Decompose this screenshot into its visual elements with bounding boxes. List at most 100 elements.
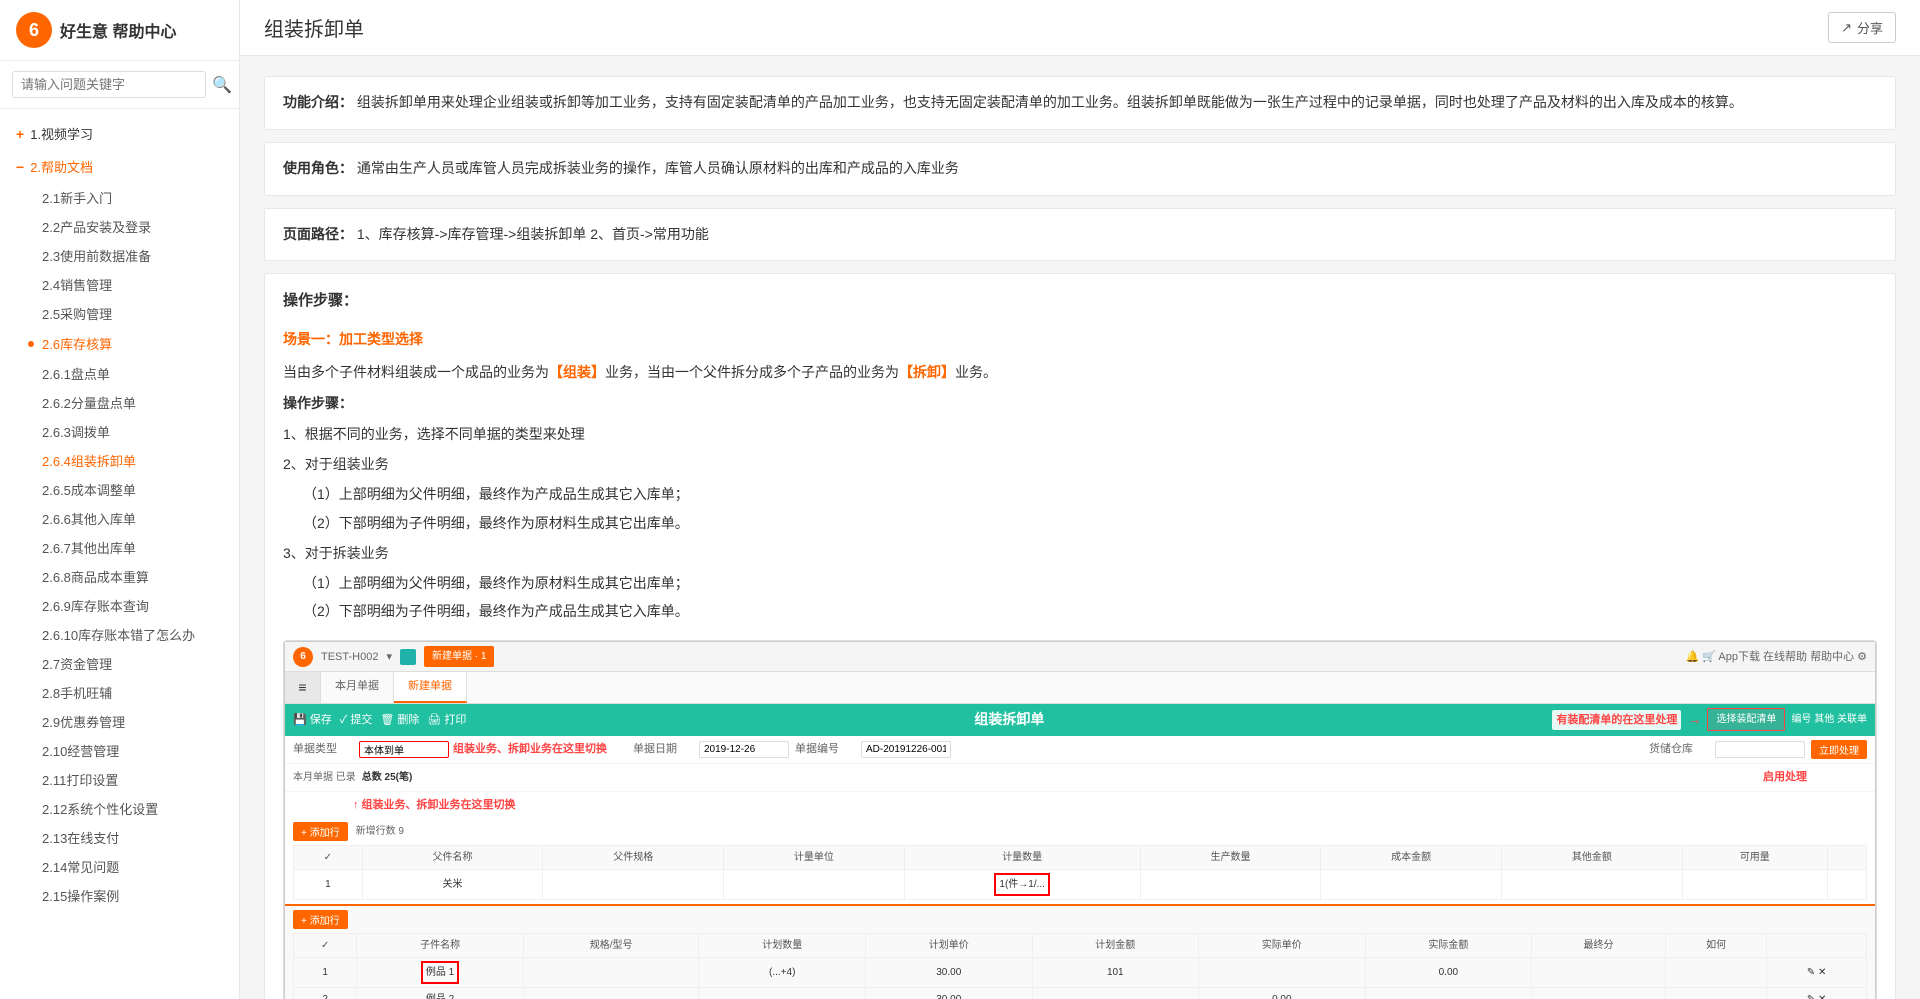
search-input[interactable] [12, 71, 206, 98]
table-row: 1 例品 1 (...+4) 30.00 101 0.00 [294, 958, 1867, 988]
sidebar-item-sales[interactable]: 2.4销售管理 [0, 270, 239, 299]
submit-action[interactable]: ✓ 提交 [340, 711, 373, 730]
form-date-input[interactable] [699, 741, 789, 758]
lcell-check1[interactable]: 1 [294, 958, 357, 988]
sidebar-item-customize[interactable]: 2.12系统个性化设置 [0, 794, 239, 823]
page-title: 组装拆卸单 [264, 13, 364, 42]
sidebar-item-other-out[interactable]: 2.6.7其他出库单 [0, 533, 239, 562]
sidebar-item-other-in[interactable]: 2.6.6其他入库单 [0, 504, 239, 533]
search-button[interactable]: 🔍 [212, 75, 232, 95]
lcell-check2[interactable]: 2 [294, 988, 357, 999]
sidebar-item-newbie[interactable]: 2.1新手入门 [0, 183, 239, 212]
steps-label: 操作步骤： [283, 391, 1877, 416]
logo-text: 好生意 帮助中心 [60, 18, 176, 42]
lower-add-row-btn[interactable]: + 添加行 [293, 910, 348, 929]
lcol-plan-price: 计划单价 [865, 934, 1032, 958]
print-action[interactable]: 🖨 打印 [427, 711, 466, 730]
form-type-input[interactable] [359, 741, 449, 758]
form-count-value: 总数 25(笔) [362, 769, 413, 786]
lower-table-header: ✓ 子件名称 规格/型号 计划数量 计划单价 计划金额 实际单价 实际金额 最终… [294, 934, 1867, 958]
col-parent-spec: 父件规格 [543, 846, 724, 870]
annotation1-arrow: → [1687, 708, 1701, 732]
step3: 3、对于拆装业务 [283, 541, 1877, 566]
form-ok-btn[interactable]: 立即处理 [1811, 740, 1867, 759]
form-no-input[interactable] [861, 741, 951, 758]
sidebar-item-finance[interactable]: 2.7资金管理 [0, 649, 239, 678]
child-name-highlighted[interactable]: 例品 1 [421, 961, 459, 984]
lower-table-area: + 添加行 ✓ 子件名称 规格/型号 计划数量 计划单价 计划金额 [285, 904, 1875, 999]
intro-label: 功能介绍： [283, 94, 353, 110]
sidebar-item-stock-error[interactable]: 2.6.10库存账本错了怎么办 [0, 620, 239, 649]
sidebar-item-online-pay[interactable]: 2.13在线支付 [0, 823, 239, 852]
sidebar-item-partial-stocktake[interactable]: 2.6.2分量盘点单 [0, 388, 239, 417]
lower-add-row-area: + 添加行 [293, 910, 1867, 929]
share-label: 分享 [1857, 18, 1883, 37]
table-row: 2 例品 2 30.00 0.00 [294, 988, 1867, 999]
sidebar-item-cost-adjust[interactable]: 2.6.5成本调整单 [0, 475, 239, 504]
form-no-label: 单据编号 [795, 740, 855, 759]
sidebar-item-assembly[interactable]: 2.6.4组装拆卸单 [0, 446, 239, 475]
lower-table: ✓ 子件名称 规格/型号 计划数量 计划单价 计划金额 实际单价 实际金额 最终… [293, 933, 1867, 999]
new-doc-btn[interactable]: 新建单据 · 1 [424, 646, 494, 667]
sidebar-item-coupon[interactable]: 2.9优惠券管理 [0, 707, 239, 736]
steps-title: 操作步骤： [283, 288, 1877, 314]
sidebar-item-help-docs[interactable]: − 2.帮助文档 [0, 150, 239, 183]
app-tab-new[interactable]: 新建单据 [394, 672, 467, 703]
sidebar-toggle[interactable]: ≡ [285, 672, 321, 703]
annotation1-text: 有装配清单的在这里处理 [1552, 710, 1681, 731]
lcell-name1: 例品 1 [357, 958, 524, 988]
screenshot-container: 6 TEST-H002 ▾ 新建单据 · 1 🔔 🛒 App下载 在线帮助 帮助… [283, 640, 1877, 999]
add-row-btn[interactable]: + 添加行 [293, 822, 348, 841]
step2-sub2: （2）下部明细为子件明细，最终作为原材料生成其它出库单。 [303, 511, 1877, 536]
sidebar-item-faq[interactable]: 2.14常见问题 [0, 852, 239, 881]
sidebar-item-label: 2.6库存核算 [42, 334, 112, 353]
lcell-actual-amt2 [1365, 988, 1532, 999]
save-action[interactable]: 💾 保存 [293, 711, 332, 730]
app-tab-list[interactable]: 本月单据 [321, 672, 394, 703]
sidebar-item-data-prep[interactable]: 2.3使用前数据准备 [0, 241, 239, 270]
sidebar-item-install[interactable]: 2.2产品安装及登录 [0, 212, 239, 241]
qty-cell-highlighted[interactable]: 1(件→1/... [994, 873, 1050, 896]
annotation2-text: 组装业务、拆卸业务在这里切换 [453, 740, 607, 759]
sidebar-item-cases[interactable]: 2.15操作案例 [0, 881, 239, 910]
sidebar-item-inventory[interactable]: 2.6库存核算 [0, 328, 239, 359]
form-count-label: 本月单据 已录 [293, 769, 356, 786]
teal-bar-extra: 编号 其他 关联单 [1791, 711, 1867, 728]
sidebar-item-stock-ledger[interactable]: 2.6.9库存账本查询 [0, 591, 239, 620]
lcol-child-name: 子件名称 [357, 934, 524, 958]
teal-bar-actions: 💾 保存 ✓ 提交 🗑 删除 🖨 打印 [293, 711, 466, 730]
select-bom-btn[interactable]: 选择装配清单 [1707, 708, 1785, 731]
sidebar-item-mobile[interactable]: 2.8手机旺辅 [0, 678, 239, 707]
sidebar-item-print[interactable]: 2.11打印设置 [0, 765, 239, 794]
scene1-title: 场景一：加工类型选择 [283, 328, 1877, 352]
lcell-plan-price1: 30.00 [865, 958, 1032, 988]
form-row-sub: 本月单据 已录 总数 25(笔) 启用处理 [285, 764, 1875, 792]
sidebar-item-cost-recalc[interactable]: 2.6.8商品成本重算 [0, 562, 239, 591]
col-avail: 可用量 [1682, 846, 1827, 870]
form-warehouse-input[interactable] [1715, 741, 1805, 758]
app-teal-bar: 💾 保存 ✓ 提交 🗑 删除 🖨 打印 组装拆卸单 有装配清单的在这里处理 → [285, 704, 1875, 736]
annotation3-text: 启用处理 [1763, 768, 1807, 787]
lcell-edit2[interactable]: ✎ ✕ [1767, 988, 1867, 999]
sidebar-item-operations[interactable]: 2.10经营管理 [0, 736, 239, 765]
annotation1-area: 有装配清单的在这里处理 → 选择装配清单 [1552, 708, 1785, 732]
sidebar-item-purchase[interactable]: 2.5采购管理 [0, 299, 239, 328]
lcol-spec: 规格/型号 [523, 934, 699, 958]
share-button[interactable]: ↗ 分享 [1828, 12, 1896, 43]
cell-check[interactable]: 1 [294, 870, 363, 900]
sidebar-item-video-learning[interactable]: + 1.视频学习 [0, 117, 239, 150]
sidebar-item-transfer[interactable]: 2.6.3调拨单 [0, 417, 239, 446]
lcell-edit1[interactable]: ✎ ✕ [1767, 958, 1867, 988]
nav-subsection-help-docs: 2.1新手入门 2.2产品安装及登录 2.3使用前数据准备 2.4销售管理 2.… [0, 183, 239, 910]
form-type-label: 单据类型 [293, 740, 353, 759]
lcell-plan-amt1: 101 [1032, 958, 1199, 988]
col-ops [1827, 846, 1866, 870]
steps-block: 操作步骤： 场景一：加工类型选择 当由多个子件材料组装成一个成品的业务为【组装】… [264, 273, 1896, 999]
app-icons: 🔔 🛒 App下载 在线帮助 帮助中心 ⚙ [1686, 648, 1868, 667]
cell-unit [724, 870, 905, 900]
lcol-actual-price: 实际单价 [1199, 934, 1366, 958]
sidebar-item-stocktake[interactable]: 2.6.1盘点单 [0, 359, 239, 388]
delete-action[interactable]: 🗑 删除 [380, 711, 419, 730]
lcol-plan-qty: 计划数量 [699, 934, 866, 958]
search-area: 🔍 [0, 61, 239, 109]
